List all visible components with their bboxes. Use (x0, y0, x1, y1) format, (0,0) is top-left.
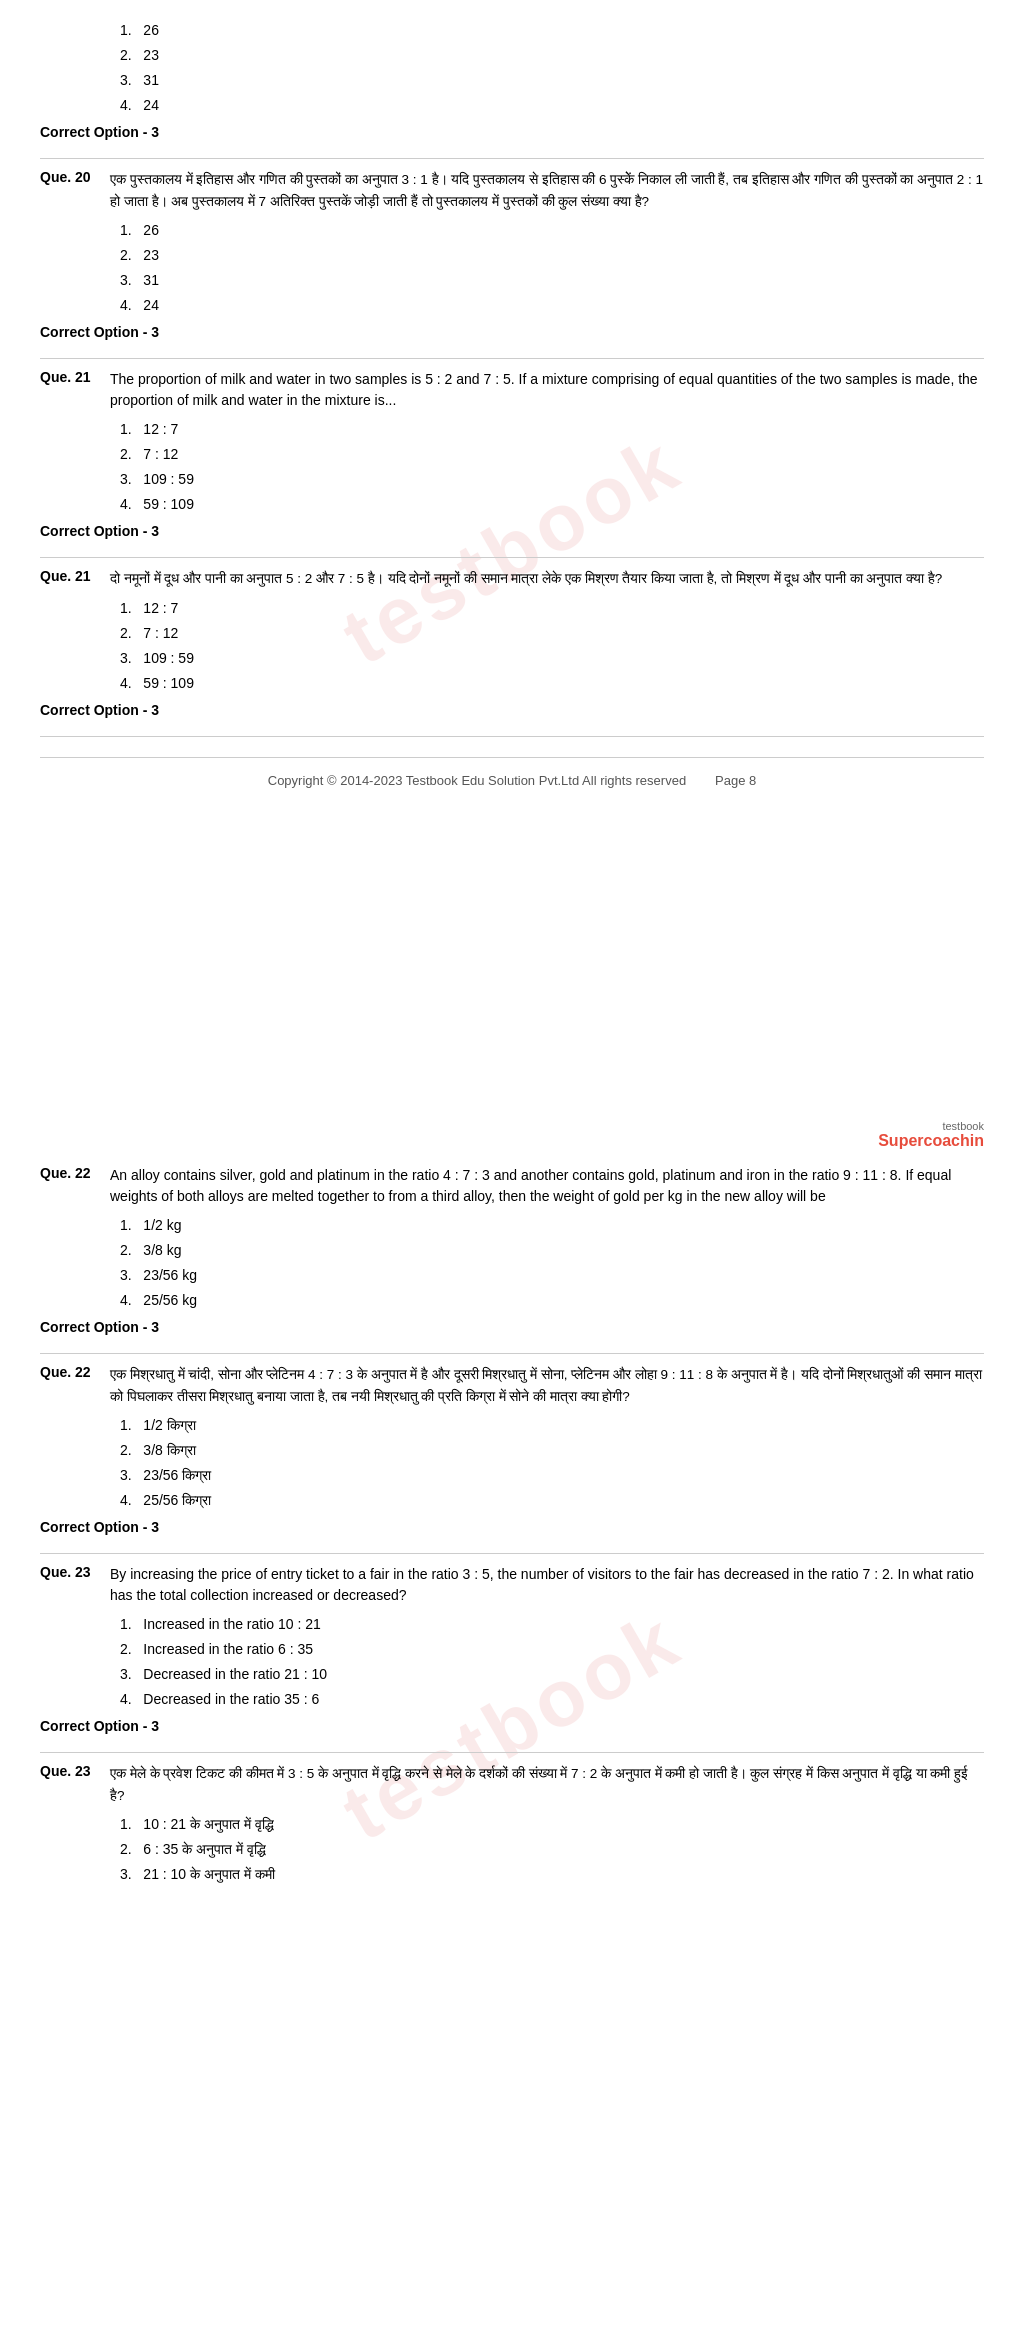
divider (40, 736, 984, 737)
option-item: 1. 12 : 7 (120, 598, 984, 619)
option-item: 3. 21 : 10 के अनुपात में कमी (120, 1864, 984, 1885)
option-item: 3. 23/56 किग्रा (120, 1465, 984, 1486)
q23-en-header: Que. 23 By increasing the price of entry… (40, 1564, 984, 1606)
q21-en-header: Que. 21 The proportion of milk and water… (40, 369, 984, 411)
option-item: 3. 109 : 59 (120, 648, 984, 669)
option-item: 3. 109 : 59 (120, 469, 984, 490)
q21-hi-label: Que. 21 (40, 568, 110, 584)
brand-logo: testbook Supercoachin (878, 1120, 984, 1150)
divider (40, 1752, 984, 1753)
q23-en-text: By increasing the price of entry ticket … (110, 1564, 984, 1606)
q23-en-block: Que. 23 By increasing the price of entry… (40, 1564, 984, 1734)
q21-hi-header: Que. 21 दो नमूनों में दूध और पानी का अनु… (40, 568, 984, 590)
divider (40, 1553, 984, 1554)
correct-option-q22-en: Correct Option - 3 (40, 1319, 984, 1335)
q20-options: 1. 26 2. 23 3. 31 4. 24 (40, 220, 984, 316)
q21-en-text: The proportion of milk and water in two … (110, 369, 984, 411)
option-item: 3. 31 (120, 70, 984, 91)
q21-hi-block: Que. 21 दो नमूनों में दूध और पानी का अनु… (40, 568, 984, 718)
option-item: 4. 24 (120, 95, 984, 116)
option-item: 2. 3/8 kg (120, 1240, 984, 1261)
q21-en-block: Que. 21 The proportion of milk and water… (40, 369, 984, 539)
q21-hi-text: दो नमूनों में दूध और पानी का अनुपात 5 : … (110, 568, 942, 590)
option-item: 4. 24 (120, 295, 984, 316)
option-item: 4. 59 : 109 (120, 673, 984, 694)
brand-super-prefix: Super (878, 1132, 923, 1149)
option-item: 2. 23 (120, 45, 984, 66)
footer-copyright: Copyright © 2014-2023 Testbook Edu Solut… (268, 773, 686, 788)
option-item: 2. 3/8 किग्रा (120, 1440, 984, 1461)
q23-hi-text: एक मेले के प्रवेश टिकट की कीमत में 3 : 5… (110, 1763, 984, 1806)
q22-en-text: An alloy contains silver, gold and plati… (110, 1165, 984, 1207)
option-item: 4. 59 : 109 (120, 494, 984, 515)
q22-hi-options: 1. 1/2 किग्रा 2. 3/8 किग्रा 3. 23/56 किग… (40, 1415, 984, 1511)
option-item: 2. 7 : 12 (120, 444, 984, 465)
option-item: 1. 10 : 21 के अनुपात में वृद्धि (120, 1814, 984, 1835)
q23-hi-header: Que. 23 एक मेले के प्रवेश टिकट की कीमत म… (40, 1763, 984, 1806)
option-item: 1. 26 (120, 220, 984, 241)
correct-option-q21-en: Correct Option - 3 (40, 523, 984, 539)
q22-hi-block: Que. 22 एक मिश्रधातु में चांदी, सोना और … (40, 1364, 984, 1535)
q23-hi-label: Que. 23 (40, 1763, 110, 1779)
correct-option-q20: Correct Option - 3 (40, 324, 984, 340)
page-1: testbook 1. 26 2. 23 3. 31 4. 24 Correct… (0, 0, 1024, 1100)
option-item: 2. 23 (120, 245, 984, 266)
q22-en-options: 1. 1/2 kg 2. 3/8 kg 3. 23/56 kg 4. 25/56… (40, 1215, 984, 1311)
option-item: 1. 1/2 किग्रा (120, 1415, 984, 1436)
q20-header: Que. 20 एक पुस्तकालय में इतिहास और गणित … (40, 169, 984, 212)
option-item: 1. 12 : 7 (120, 419, 984, 440)
q22-hi-label: Que. 22 (40, 1364, 110, 1380)
q20-label: Que. 20 (40, 169, 110, 185)
q21-en-label: Que. 21 (40, 369, 110, 385)
q23-en-options: 1. Increased in the ratio 10 : 21 2. Inc… (40, 1614, 984, 1710)
option-item: 3. 23/56 kg (120, 1265, 984, 1286)
option-item: 2. 6 : 35 के अनुपात में वृद्धि (120, 1839, 984, 1860)
option-item: 2. Increased in the ratio 6 : 35 (120, 1639, 984, 1660)
page-footer: Copyright © 2014-2023 Testbook Edu Solut… (40, 757, 984, 803)
q22-hi-header: Que. 22 एक मिश्रधातु में चांदी, सोना और … (40, 1364, 984, 1407)
correct-option-q22-hi: Correct Option - 3 (40, 1519, 984, 1535)
option-item: 4. 25/56 किग्रा (120, 1490, 984, 1511)
brand-testbook-text: testbook (878, 1120, 984, 1132)
page2-header: testbook Supercoachin (40, 1120, 984, 1150)
option-item: 2. 7 : 12 (120, 623, 984, 644)
correct-option-q21-hi: Correct Option - 3 (40, 702, 984, 718)
option-item: 1. 26 (120, 20, 984, 41)
q20-block: Que. 20 एक पुस्तकालय में इतिहास और गणित … (40, 169, 984, 340)
divider (40, 557, 984, 558)
q20-text: एक पुस्तकालय में इतिहास और गणित की पुस्त… (110, 169, 984, 212)
option-item: 3. Decreased in the ratio 21 : 10 (120, 1664, 984, 1685)
q23-en-label: Que. 23 (40, 1564, 110, 1580)
q23-hi-options: 1. 10 : 21 के अनुपात में वृद्धि 2. 6 : 3… (40, 1814, 984, 1885)
q19-options: 1. 26 2. 23 3. 31 4. 24 (40, 20, 984, 116)
divider (40, 1353, 984, 1354)
q21-hi-options: 1. 12 : 7 2. 7 : 12 3. 109 : 59 4. 59 : … (40, 598, 984, 694)
correct-option-q23-en: Correct Option - 3 (40, 1718, 984, 1734)
brand-supercoaching-text: Supercoachin (878, 1132, 984, 1150)
option-item: 4. Decreased in the ratio 35 : 6 (120, 1689, 984, 1710)
footer-page: Page 8 (715, 773, 756, 788)
q22-en-block: Que. 22 An alloy contains silver, gold a… (40, 1165, 984, 1335)
page-2: testbook testbook Supercoachin Que. 22 A… (0, 1100, 1024, 2351)
q21-en-options: 1. 12 : 7 2. 7 : 12 3. 109 : 59 4. 59 : … (40, 419, 984, 515)
option-item: 4. 25/56 kg (120, 1290, 984, 1311)
divider (40, 158, 984, 159)
option-item: 3. 31 (120, 270, 984, 291)
divider (40, 358, 984, 359)
option-item: 1. 1/2 kg (120, 1215, 984, 1236)
correct-option-q19: Correct Option - 3 (40, 124, 984, 140)
option-item: 1. Increased in the ratio 10 : 21 (120, 1614, 984, 1635)
q23-hi-block: Que. 23 एक मेले के प्रवेश टिकट की कीमत म… (40, 1763, 984, 1885)
q19-tail-block: 1. 26 2. 23 3. 31 4. 24 Correct Option -… (40, 20, 984, 140)
q22-hi-text: एक मिश्रधातु में चांदी, सोना और प्लेटिनम… (110, 1364, 984, 1407)
brand-coaching-main: coachin (924, 1132, 984, 1149)
q22-en-header: Que. 22 An alloy contains silver, gold a… (40, 1165, 984, 1207)
q22-en-label: Que. 22 (40, 1165, 110, 1181)
